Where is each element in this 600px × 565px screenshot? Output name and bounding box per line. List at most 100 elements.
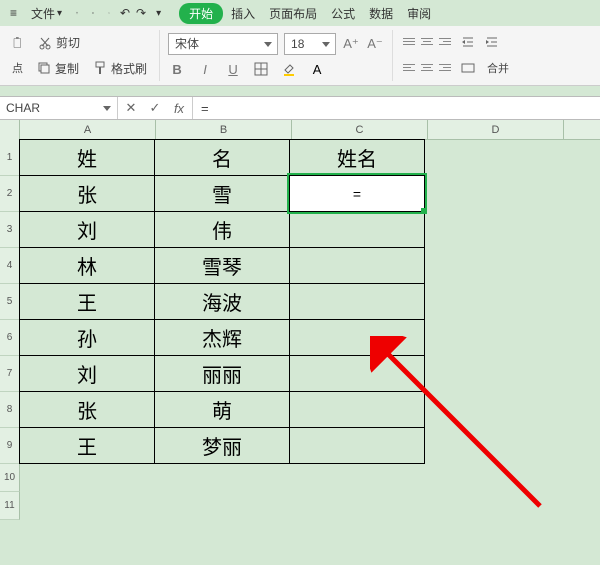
cell-c10[interactable] [292, 464, 428, 492]
cancel-formula-icon[interactable]: ✕ [124, 101, 138, 115]
cell-c3[interactable] [289, 211, 425, 248]
row-header[interactable]: 8 [0, 392, 20, 428]
align-top-center[interactable] [419, 35, 435, 49]
cut-button[interactable]: 剪切 [34, 32, 84, 53]
fx-icon[interactable]: fx [172, 101, 186, 115]
undo-icon[interactable]: ↶ [118, 6, 132, 20]
print-icon[interactable] [86, 6, 100, 20]
save-icon[interactable] [70, 6, 84, 20]
cell-b11[interactable] [156, 492, 292, 520]
merge-label[interactable]: 合并 [483, 58, 513, 78]
cell-c11[interactable] [292, 492, 428, 520]
column-header-a[interactable]: A [20, 120, 156, 139]
more-icon[interactable]: ▾ [150, 6, 167, 21]
cell-c8[interactable] [289, 391, 425, 428]
font-size-select[interactable]: 18 [284, 33, 336, 55]
cell-d8[interactable] [425, 392, 561, 428]
row-header[interactable]: 3 [0, 212, 20, 248]
format-painter-button[interactable]: 格式刷 [89, 58, 151, 79]
cell-d10[interactable] [428, 464, 564, 492]
increase-font-button[interactable]: A⁺ [342, 35, 360, 53]
cell-b7[interactable]: 丽丽 [154, 355, 290, 392]
cell-d3[interactable] [425, 212, 561, 248]
row-header[interactable]: 6 [0, 320, 20, 356]
row-header[interactable]: 5 [0, 284, 20, 320]
font-color-button[interactable]: A [308, 60, 326, 78]
cell-c9[interactable] [289, 427, 425, 464]
align-left[interactable] [401, 61, 417, 75]
tab-data[interactable]: 数据 [363, 3, 399, 24]
cell-a3[interactable]: 刘 [19, 211, 155, 248]
tab-review[interactable]: 审阅 [401, 3, 437, 24]
row-header[interactable]: 9 [0, 428, 20, 464]
cell-b9[interactable]: 梦丽 [154, 427, 290, 464]
tab-insert[interactable]: 插入 [225, 3, 261, 24]
cell-b6[interactable]: 杰辉 [154, 319, 290, 356]
redo-icon[interactable]: ↷ [134, 6, 148, 20]
column-header-c[interactable]: C [292, 120, 428, 139]
decrease-font-button[interactable]: A⁻ [366, 35, 384, 53]
tab-formula[interactable]: 公式 [325, 3, 361, 24]
align-center[interactable] [419, 61, 435, 75]
row-header[interactable]: 11 [0, 492, 20, 520]
cell-b3[interactable]: 伟 [154, 211, 290, 248]
cell-b5[interactable]: 海波 [154, 283, 290, 320]
cell-a10[interactable] [20, 464, 156, 492]
cell-a7[interactable]: 刘 [19, 355, 155, 392]
row-header[interactable]: 10 [0, 464, 20, 492]
cell-a2[interactable]: 张 [19, 175, 155, 212]
cell-b4[interactable]: 雪琴 [154, 247, 290, 284]
align-top-right[interactable] [437, 35, 453, 49]
indent-increase-button[interactable] [483, 33, 501, 51]
underline-button[interactable]: U [224, 60, 242, 78]
cell-a8[interactable]: 张 [19, 391, 155, 428]
cell-a5[interactable]: 王 [19, 283, 155, 320]
column-header-d[interactable]: D [428, 120, 564, 139]
cell-b8[interactable]: 萌 [154, 391, 290, 428]
indent-decrease-button[interactable] [459, 33, 477, 51]
cell-d9[interactable] [425, 428, 561, 464]
cell-b1[interactable]: 名 [154, 139, 290, 176]
confirm-formula-icon[interactable]: ✓ [148, 101, 162, 115]
fill-color-button[interactable] [280, 60, 298, 78]
border-button[interactable] [252, 60, 270, 78]
hamburger-icon[interactable]: ≡ [4, 4, 23, 22]
paste-button[interactable] [8, 33, 28, 53]
cell-d7[interactable] [425, 356, 561, 392]
row-header[interactable]: 4 [0, 248, 20, 284]
cell-b2[interactable]: 雪 [154, 175, 290, 212]
paste-label[interactable]: 点 [8, 58, 27, 78]
row-header[interactable]: 1 [0, 140, 20, 176]
tab-start[interactable]: 开始 [179, 3, 223, 24]
row-header[interactable]: 2 [0, 176, 20, 212]
align-right[interactable] [437, 61, 453, 75]
spreadsheet[interactable]: A B C D 1 姓 名 姓名 2 张 雪 = [0, 120, 600, 520]
row-header[interactable]: 7 [0, 356, 20, 392]
cell-d6[interactable] [425, 320, 561, 356]
cell-a4[interactable]: 林 [19, 247, 155, 284]
cell-c1[interactable]: 姓名 [289, 139, 425, 176]
cell-a1[interactable]: 姓 [19, 139, 155, 176]
preview-icon[interactable] [102, 6, 116, 20]
cell-c4[interactable] [289, 247, 425, 284]
cell-a9[interactable]: 王 [19, 427, 155, 464]
cell-d5[interactable] [425, 284, 561, 320]
merge-cells-button[interactable] [459, 59, 477, 77]
italic-button[interactable]: I [196, 60, 214, 78]
cell-c6[interactable] [289, 319, 425, 356]
name-box[interactable]: CHAR [0, 97, 118, 119]
copy-button[interactable]: 复制 [33, 58, 83, 79]
file-menu[interactable]: 文件 ▾ [25, 3, 68, 24]
font-name-select[interactable]: 宋体 [168, 33, 278, 55]
cell-a11[interactable] [20, 492, 156, 520]
cell-c5[interactable] [289, 283, 425, 320]
cell-d4[interactable] [425, 248, 561, 284]
tab-page-layout[interactable]: 页面布局 [263, 3, 323, 24]
cell-d1[interactable] [425, 140, 561, 176]
align-top-left[interactable] [401, 35, 417, 49]
cell-c7[interactable] [289, 355, 425, 392]
cell-d11[interactable] [428, 492, 564, 520]
column-header-b[interactable]: B [156, 120, 292, 139]
select-all-corner[interactable] [0, 120, 20, 140]
formula-input[interactable]: = [193, 97, 600, 119]
